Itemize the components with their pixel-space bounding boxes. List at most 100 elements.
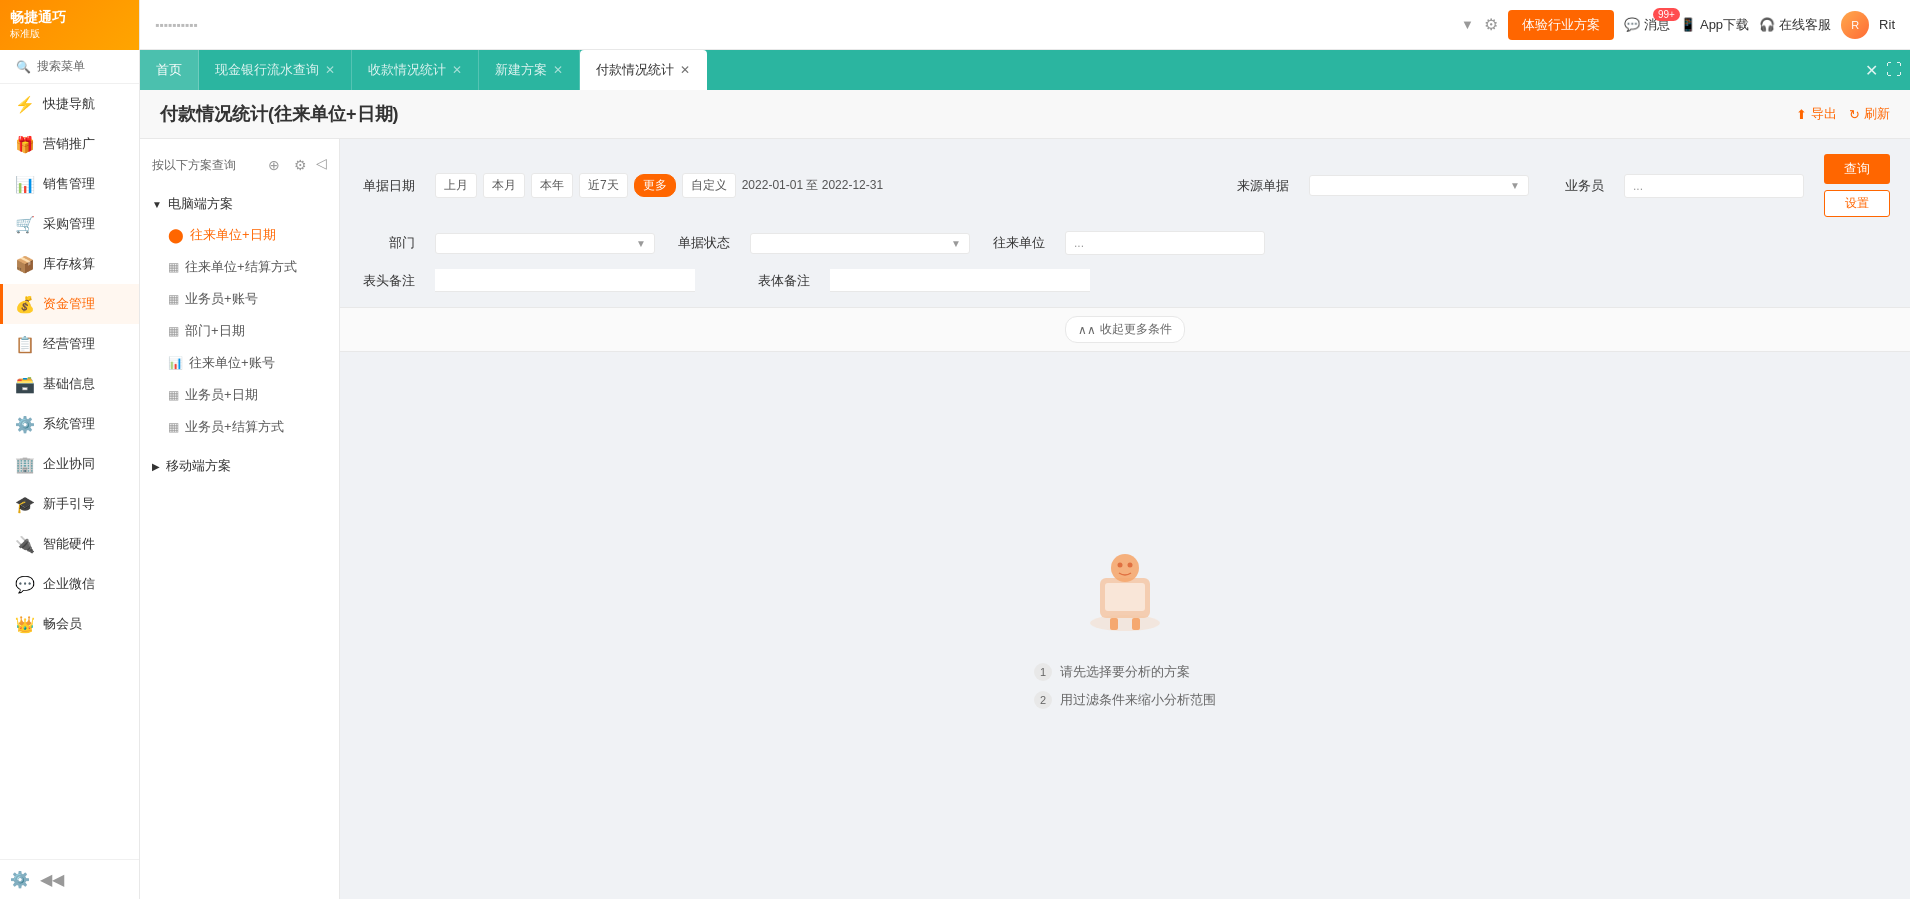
topbar-app-download[interactable]: 📱 App下载 bbox=[1680, 16, 1749, 34]
svg-point-4 bbox=[1118, 562, 1123, 567]
tab-payment-stats-close[interactable]: ✕ bbox=[452, 63, 462, 77]
svg-rect-6 bbox=[1110, 618, 1118, 630]
partner-ellipsis[interactable]: ... bbox=[1065, 231, 1265, 255]
svg-point-5 bbox=[1128, 562, 1133, 567]
date-btn-last-month[interactable]: 上月 bbox=[435, 173, 477, 198]
sidebar-item-operation[interactable]: 📋 经营管理 bbox=[0, 324, 139, 364]
scheme-item-staff-settle[interactable]: ▦ 业务员+结算方式 bbox=[140, 411, 339, 443]
sidebar-item-hardware[interactable]: 🔌 智能硬件 bbox=[0, 524, 139, 564]
sidebar-item-marketing[interactable]: 🎁 营销推广 bbox=[0, 124, 139, 164]
sidebar-item-label: 经营管理 bbox=[43, 335, 95, 353]
topbar-online-service[interactable]: 🎧 在线客服 bbox=[1759, 16, 1831, 34]
quick-nav-icon: ⚡ bbox=[15, 94, 35, 114]
marketing-icon: 🎁 bbox=[15, 134, 35, 154]
staff-ellipsis[interactable]: ... bbox=[1624, 174, 1804, 198]
scheme-item-staff-date[interactable]: ▦ 业务员+日期 bbox=[140, 379, 339, 411]
sidebar-item-system[interactable]: ⚙️ 系统管理 bbox=[0, 404, 139, 444]
collapse-button[interactable]: ∧∧ 收起更多条件 bbox=[1065, 316, 1185, 343]
staff-label: 业务员 bbox=[1549, 177, 1604, 195]
topbar-message[interactable]: 💬 消息 99+ bbox=[1624, 16, 1670, 34]
enterprise-icon: 🏢 bbox=[15, 454, 35, 474]
sidebar-item-label: 智能硬件 bbox=[43, 535, 95, 553]
tab-payment-detail[interactable]: 付款情况统计 ✕ bbox=[580, 50, 707, 90]
scheme-add-icon[interactable]: ⊕ bbox=[264, 155, 284, 175]
dept-label: 部门 bbox=[360, 234, 415, 252]
trial-btn[interactable]: 体验行业方案 bbox=[1508, 10, 1614, 40]
sidebar-item-member[interactable]: 👑 畅会员 bbox=[0, 604, 139, 644]
scheme-item-staff-account[interactable]: ▦ 业务员+账号 bbox=[140, 283, 339, 315]
wechat-icon: 💬 bbox=[15, 574, 35, 594]
date-btn-7days[interactable]: 近7天 bbox=[579, 173, 628, 198]
scheme-settings-icon[interactable]: ⚙ bbox=[290, 155, 310, 175]
sidebar-item-enterprise[interactable]: 🏢 企业协同 bbox=[0, 444, 139, 484]
scheme-item-staff-date-icon: ▦ bbox=[168, 388, 179, 402]
scheme-item-unit-date-icon: ⬤ bbox=[168, 227, 184, 243]
settings-icon[interactable]: ⚙ bbox=[1484, 15, 1498, 34]
export-button[interactable]: ⬆ 导出 bbox=[1796, 105, 1837, 123]
tab-payment-detail-close[interactable]: ✕ bbox=[680, 63, 690, 77]
hardware-icon: 🔌 bbox=[15, 534, 35, 554]
sidebar-item-basic-info[interactable]: 🗃️ 基础信息 bbox=[0, 364, 139, 404]
sidebar-item-wechat[interactable]: 💬 企业微信 bbox=[0, 564, 139, 604]
sidebar-item-capital[interactable]: 💰 资金管理 bbox=[0, 284, 139, 324]
tab-bank-flow-label: 现金银行流水查询 bbox=[215, 61, 319, 79]
tab-new-scheme-close[interactable]: ✕ bbox=[553, 63, 563, 77]
date-btn-this-year[interactable]: 本年 bbox=[531, 173, 573, 198]
inventory-icon: 📦 bbox=[15, 254, 35, 274]
tab-new-scheme-label: 新建方案 bbox=[495, 61, 547, 79]
scheme-item-unit-settle[interactable]: ▦ 往来单位+结算方式 bbox=[140, 251, 339, 283]
sidebar-item-label: 畅会员 bbox=[43, 615, 82, 633]
scheme-item-label: 往来单位+账号 bbox=[189, 354, 275, 372]
date-btn-more[interactable]: 更多 bbox=[634, 174, 676, 197]
scheme-item-label: 往来单位+日期 bbox=[190, 226, 276, 244]
tab-home[interactable]: 首页 bbox=[140, 50, 199, 90]
avatar[interactable]: R bbox=[1841, 11, 1869, 39]
dept-select[interactable]: ▼ bbox=[435, 233, 655, 254]
chevron-down-icon[interactable]: ▼ bbox=[1461, 17, 1474, 32]
query-button[interactable]: 查询 bbox=[1824, 154, 1890, 184]
tab-payment-stats[interactable]: 收款情况统计 ✕ bbox=[352, 50, 479, 90]
tab-maximize-icon[interactable]: ⛶ bbox=[1886, 61, 1902, 79]
pc-section-header[interactable]: ▼ 电脑端方案 bbox=[140, 189, 339, 219]
scheme-item-dept-date[interactable]: ▦ 部门+日期 bbox=[140, 315, 339, 347]
doc-status-select[interactable]: ▼ bbox=[750, 233, 970, 254]
sidebar-item-sales[interactable]: 📊 销售管理 bbox=[0, 164, 139, 204]
mobile-section-header[interactable]: ▶ 移动端方案 bbox=[140, 451, 339, 481]
pc-scheme-section: ▼ 电脑端方案 ⬤ 往来单位+日期 ▦ 往来单位+结算方式 ▦ 业务员+账号 ▦ bbox=[140, 185, 339, 447]
sidebar-search[interactable]: 🔍 搜索菜单 bbox=[0, 50, 139, 84]
date-btn-this-month[interactable]: 本月 bbox=[483, 173, 525, 198]
scheme-item-unit-settle-icon: ▦ bbox=[168, 260, 179, 274]
tab-bank-flow-close[interactable]: ✕ bbox=[325, 63, 335, 77]
scheme-item-unit-date[interactable]: ⬤ 往来单位+日期 bbox=[140, 219, 339, 251]
tab-new-scheme[interactable]: 新建方案 ✕ bbox=[479, 50, 580, 90]
refresh-button[interactable]: ↻ 刷新 bbox=[1849, 105, 1890, 123]
mobile-section-label: 移动端方案 bbox=[166, 457, 231, 475]
sidebar-header: 畅捷通巧 标准版 bbox=[0, 0, 139, 50]
staff-control: ... bbox=[1624, 174, 1804, 198]
head-note-input[interactable] bbox=[435, 269, 695, 292]
content-area: 按以下方案查询 ⊕ ⚙ ◁ ▼ 电脑端方案 ⬤ 往来单位+日期 ▦ bbox=[140, 139, 1910, 899]
tab-close-all-icon[interactable]: ✕ bbox=[1865, 61, 1878, 80]
sidebar-item-guide[interactable]: 🎓 新手引导 bbox=[0, 484, 139, 524]
username[interactable]: Rit bbox=[1879, 17, 1895, 32]
tab-bank-flow[interactable]: 现金银行流水查询 ✕ bbox=[199, 50, 352, 90]
collapse-sidebar-icon[interactable]: ◀◀ bbox=[40, 870, 64, 889]
scheme-collapse-icon[interactable]: ◁ bbox=[316, 155, 327, 175]
sidebar-item-purchase[interactable]: 🛒 采购管理 bbox=[0, 204, 139, 244]
sidebar-item-quick-nav[interactable]: ⚡ 快捷导航 bbox=[0, 84, 139, 124]
source-select[interactable]: ▼ bbox=[1309, 175, 1529, 196]
settings-bottom-icon[interactable]: ⚙️ bbox=[10, 870, 30, 889]
date-btn-custom[interactable]: 自定义 bbox=[682, 173, 736, 198]
scheme-item-staff-account-icon: ▦ bbox=[168, 292, 179, 306]
filter-date-control: 上月 本月 本年 近7天 更多 自定义 2022-01-01 至 2022-12… bbox=[435, 173, 1214, 198]
svg-rect-2 bbox=[1105, 583, 1145, 611]
sidebar: 畅捷通巧 标准版 🔍 搜索菜单 ⚡ 快捷导航 🎁 营销推广 📊 销售管理 🛒 采… bbox=[0, 0, 140, 899]
main-content: ▪▪▪▪▪▪▪▪▪▪ ▼ ⚙ 体验行业方案 💬 消息 99+ 📱 App下载 🎧… bbox=[140, 0, 1910, 899]
page-header-actions: ⬆ 导出 ↻ 刷新 bbox=[1796, 105, 1890, 123]
filter-row-1: 单据日期 上月 本月 本年 近7天 更多 自定义 2022-01-01 至 20… bbox=[360, 154, 1890, 217]
collapse-bar: ∧∧ 收起更多条件 bbox=[340, 308, 1910, 352]
settings-button[interactable]: 设置 bbox=[1824, 190, 1890, 217]
sidebar-item-inventory[interactable]: 📦 库存核算 bbox=[0, 244, 139, 284]
body-note-input[interactable] bbox=[830, 269, 1090, 292]
scheme-item-unit-account[interactable]: 📊 往来单位+账号 bbox=[140, 347, 339, 379]
